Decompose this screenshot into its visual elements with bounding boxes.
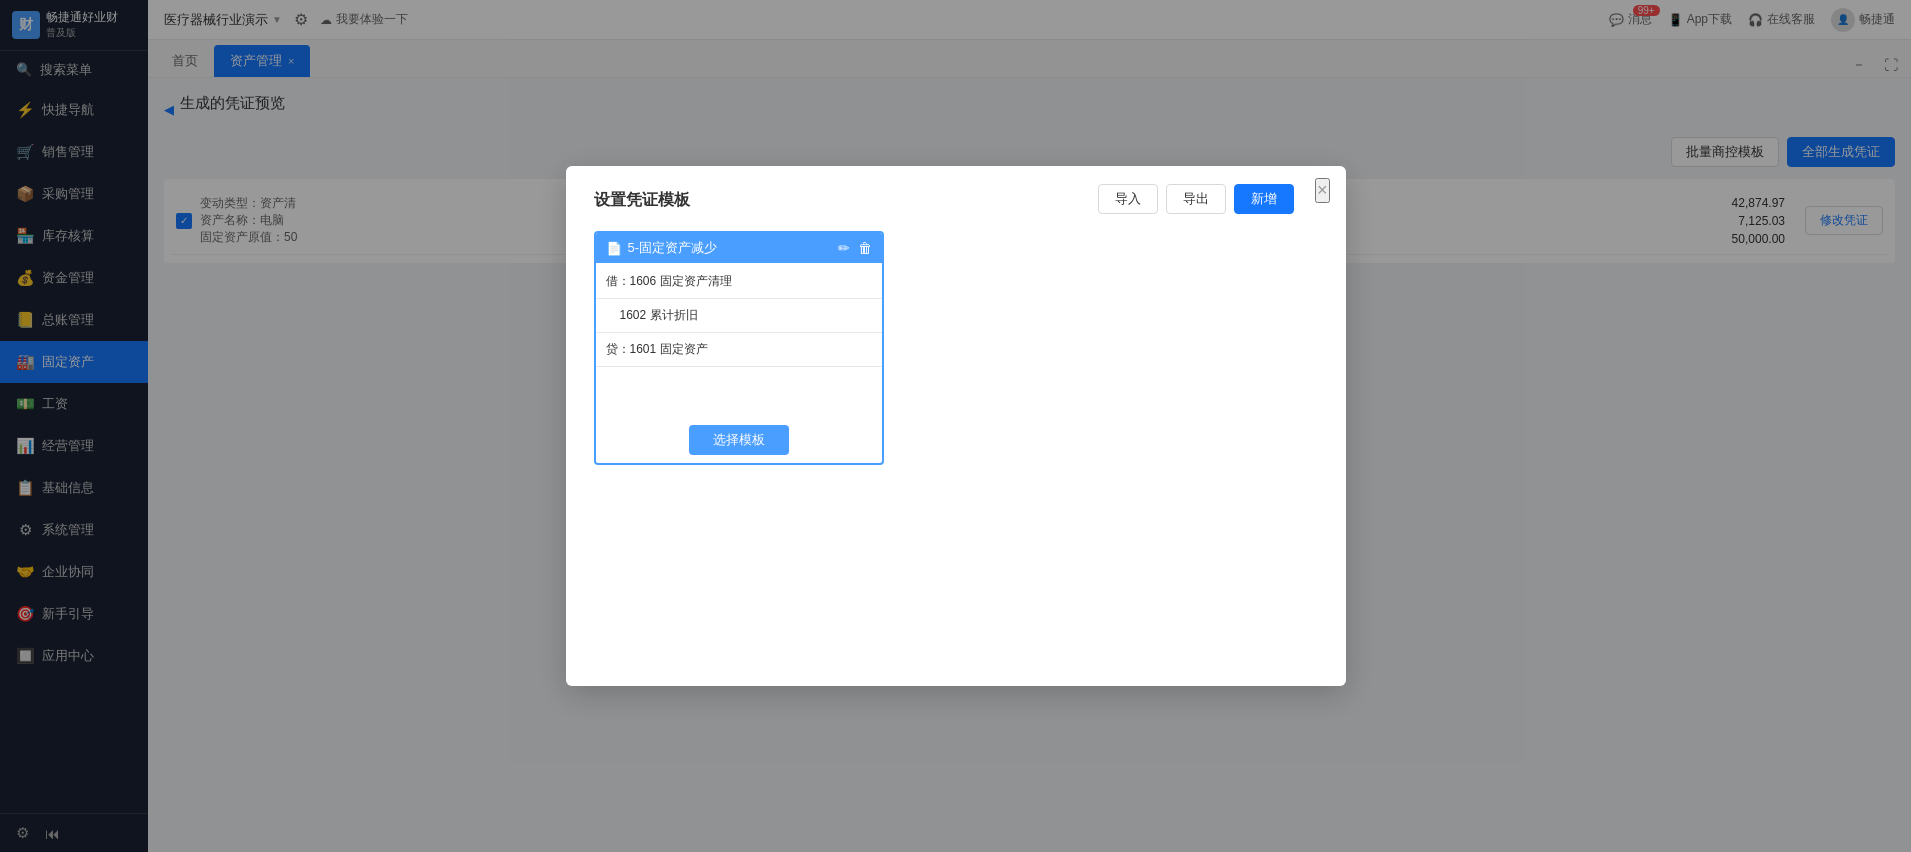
dialog-set-template: × 设置凭证模板 导入 导出 新增 📄 5-固定资产减少 ✏ 🗑 借：1: [566, 166, 1346, 686]
template-card: 📄 5-固定资产减少 ✏ 🗑 借：1606 固定资产清理 1602 累计折旧: [594, 231, 884, 465]
template-list: 📄 5-固定资产减少 ✏ 🗑 借：1606 固定资产清理 1602 累计折旧: [594, 231, 1318, 465]
dialog-toolbar: 导入 导出 新增: [1098, 184, 1294, 214]
template-card-header: 📄 5-固定资产减少 ✏ 🗑: [596, 233, 882, 263]
import-button[interactable]: 导入: [1098, 184, 1158, 214]
template-footer: [596, 371, 882, 395]
template-entry-1602: 1602 累计折旧: [596, 303, 882, 328]
modal-overlay: × 设置凭证模板 导入 导出 新增 📄 5-固定资产减少 ✏ 🗑 借：1: [0, 0, 1911, 852]
template-entry-debit-1606: 借：1606 固定资产清理: [596, 269, 882, 294]
export-button[interactable]: 导出: [1166, 184, 1226, 214]
dialog-close-button[interactable]: ×: [1315, 178, 1330, 203]
template-entry-credit-1601: 贷：1601 固定资产: [596, 337, 882, 362]
template-edit-icon[interactable]: ✏: [838, 240, 850, 256]
template-title: 5-固定资产减少: [628, 239, 718, 257]
template-doc-icon: 📄: [606, 241, 622, 256]
template-divider-3: [596, 366, 882, 367]
new-template-button[interactable]: 新增: [1234, 184, 1294, 214]
template-card-body: 借：1606 固定资产清理 1602 累计折旧 贷：1601 固定资产: [596, 263, 882, 401]
template-actions: ✏ 🗑: [838, 240, 872, 256]
select-template-button[interactable]: 选择模板: [689, 425, 789, 455]
template-delete-icon[interactable]: 🗑: [858, 240, 872, 256]
template-divider-2: [596, 332, 882, 333]
template-divider: [596, 298, 882, 299]
